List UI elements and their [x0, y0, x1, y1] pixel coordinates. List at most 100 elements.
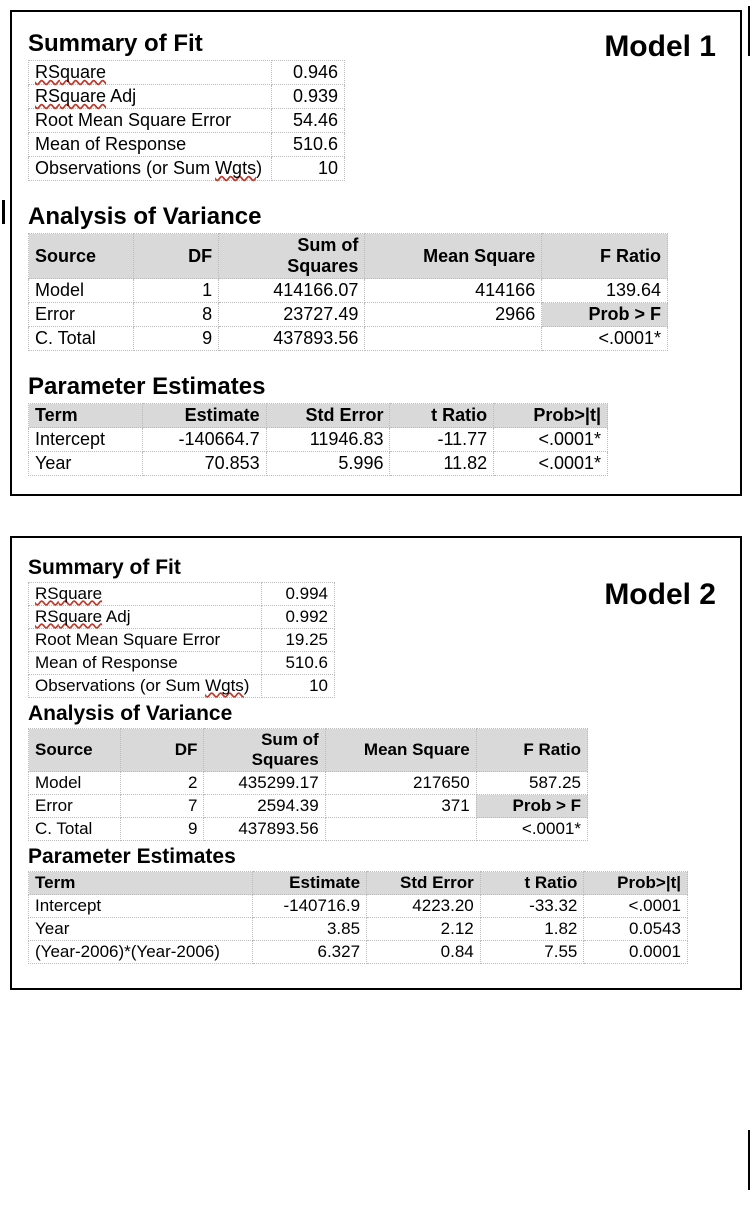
model2-panel: Model 2 Summary of Fit RSquare 0.994 RSq… [10, 536, 742, 990]
table-row: RSquare Adj 0.939 [29, 85, 345, 109]
cell: Error [29, 795, 121, 818]
cell: 7 [121, 795, 204, 818]
table-row: Observations (or Sum Wgts) 10 [29, 157, 345, 181]
cell: -140664.7 [142, 428, 266, 452]
cell: 2 [121, 772, 204, 795]
cell: 2594.39 [204, 795, 325, 818]
cell: 2966 [365, 303, 542, 327]
cell: <.0001* [494, 452, 608, 476]
pe-table: Term Estimate Std Error t Ratio Prob>|t|… [28, 403, 608, 476]
sof-value: 0.992 [262, 606, 335, 629]
cell: 70.853 [142, 452, 266, 476]
cell: 8 [134, 303, 219, 327]
table-row: RSquare Adj 0.992 [29, 606, 335, 629]
cell: 0.0543 [584, 918, 688, 941]
cell: -11.77 [390, 428, 494, 452]
cell: <.0001* [494, 428, 608, 452]
table-row: Year 3.85 2.12 1.82 0.0543 [29, 918, 688, 941]
pe-title: Parameter Estimates [28, 373, 724, 401]
sof-label: Observations (or Sum Wgts) [29, 675, 262, 698]
cell: 587.25 [476, 772, 587, 795]
table-row: Mean of Response 510.6 [29, 652, 335, 675]
cursor-mark-icon [748, 6, 750, 56]
cell: Intercept [29, 428, 143, 452]
table-row: (Year-2006)*(Year-2006) 6.327 0.84 7.55 … [29, 941, 688, 964]
col-sumsq: Sum ofSquares [219, 234, 365, 279]
cell: 9 [134, 327, 219, 351]
table-row: Observations (or Sum Wgts) 10 [29, 675, 335, 698]
cell: Year [29, 452, 143, 476]
table-row: Intercept -140716.9 4223.20 -33.32 <.000… [29, 895, 688, 918]
col-fratio: F Ratio [476, 729, 587, 772]
cell: 217650 [325, 772, 476, 795]
col-term: Term [29, 872, 253, 895]
col-sumsq: Sum ofSquares [204, 729, 325, 772]
col-source: Source [29, 234, 134, 279]
aov-title-2: Analysis of Variance [28, 702, 724, 726]
probf-header: Prob > F [476, 795, 587, 818]
cell: 3.85 [253, 918, 367, 941]
cursor-mark-icon [2, 200, 5, 224]
cell: <.0001* [476, 818, 587, 841]
cell: Model [29, 772, 121, 795]
aov-title: Analysis of Variance [28, 203, 724, 231]
sof-label: RSquare [29, 583, 262, 606]
table-row: Root Mean Square Error 54.46 [29, 109, 345, 133]
sof-label: Root Mean Square Error [29, 109, 272, 133]
table-row: Error 8 23727.49 2966 Prob > F [29, 303, 668, 327]
col-tratio: t Ratio [390, 404, 494, 428]
col-estimate: Estimate [142, 404, 266, 428]
cell: 5.996 [266, 452, 390, 476]
col-probt: Prob>|t| [584, 872, 688, 895]
cell: C. Total [29, 818, 121, 841]
cell [325, 818, 476, 841]
sof-value: 10 [262, 675, 335, 698]
table-row: C. Total 9 437893.56 <.0001* [29, 327, 668, 351]
sof-table-2: RSquare 0.994 RSquare Adj 0.992 Root Mea… [28, 582, 335, 698]
cell [365, 327, 542, 351]
col-source: Source [29, 729, 121, 772]
cell: -140716.9 [253, 895, 367, 918]
table-row: C. Total 9 437893.56 <.0001* [29, 818, 588, 841]
sof-value: 10 [272, 157, 345, 181]
sof-title-2: Summary of Fit [28, 556, 724, 580]
cell: 11946.83 [266, 428, 390, 452]
table-header-row: Term Estimate Std Error t Ratio Prob>|t| [29, 872, 688, 895]
col-estimate: Estimate [253, 872, 367, 895]
table-row: Error 7 2594.39 371 Prob > F [29, 795, 588, 818]
aov-table: Source DF Sum ofSquares Mean Square F Ra… [28, 233, 668, 351]
cell: 414166.07 [219, 279, 365, 303]
cell: 1.82 [480, 918, 584, 941]
col-probt: Prob>|t| [494, 404, 608, 428]
sof-label: Observations (or Sum Wgts) [29, 157, 272, 181]
cell: 23727.49 [219, 303, 365, 327]
table-row: RSquare 0.946 [29, 61, 345, 85]
cell: C. Total [29, 327, 134, 351]
table-row: Model 2 435299.17 217650 587.25 [29, 772, 588, 795]
cell: 7.55 [480, 941, 584, 964]
model1-panel: Model 1 Summary of Fit RSquare 0.946 RSq… [10, 10, 742, 496]
sof-value: 19.25 [262, 629, 335, 652]
cell: Intercept [29, 895, 253, 918]
model2-label: Model 2 [604, 578, 716, 612]
cell: 0.84 [367, 941, 481, 964]
table-row: Model 1 414166.07 414166 139.64 [29, 279, 668, 303]
cell: 414166 [365, 279, 542, 303]
col-stderr: Std Error [367, 872, 481, 895]
table-header-row: Source DF Sum ofSquares Mean Square F Ra… [29, 234, 668, 279]
probf-header: Prob > F [542, 303, 668, 327]
model1-label: Model 1 [604, 30, 716, 64]
col-stderr: Std Error [266, 404, 390, 428]
cell: 1 [134, 279, 219, 303]
cell: 0.0001 [584, 941, 688, 964]
cell: (Year-2006)*(Year-2006) [29, 941, 253, 964]
sof-value: 54.46 [272, 109, 345, 133]
cell: Error [29, 303, 134, 327]
cell: -33.32 [480, 895, 584, 918]
aov-table-2: Source DF Sum ofSquares Mean Square F Ra… [28, 728, 588, 841]
table-row: Year 70.853 5.996 11.82 <.0001* [29, 452, 608, 476]
cell: 435299.17 [204, 772, 325, 795]
cell: 9 [121, 818, 204, 841]
sof-value: 510.6 [272, 133, 345, 157]
cell: 4223.20 [367, 895, 481, 918]
